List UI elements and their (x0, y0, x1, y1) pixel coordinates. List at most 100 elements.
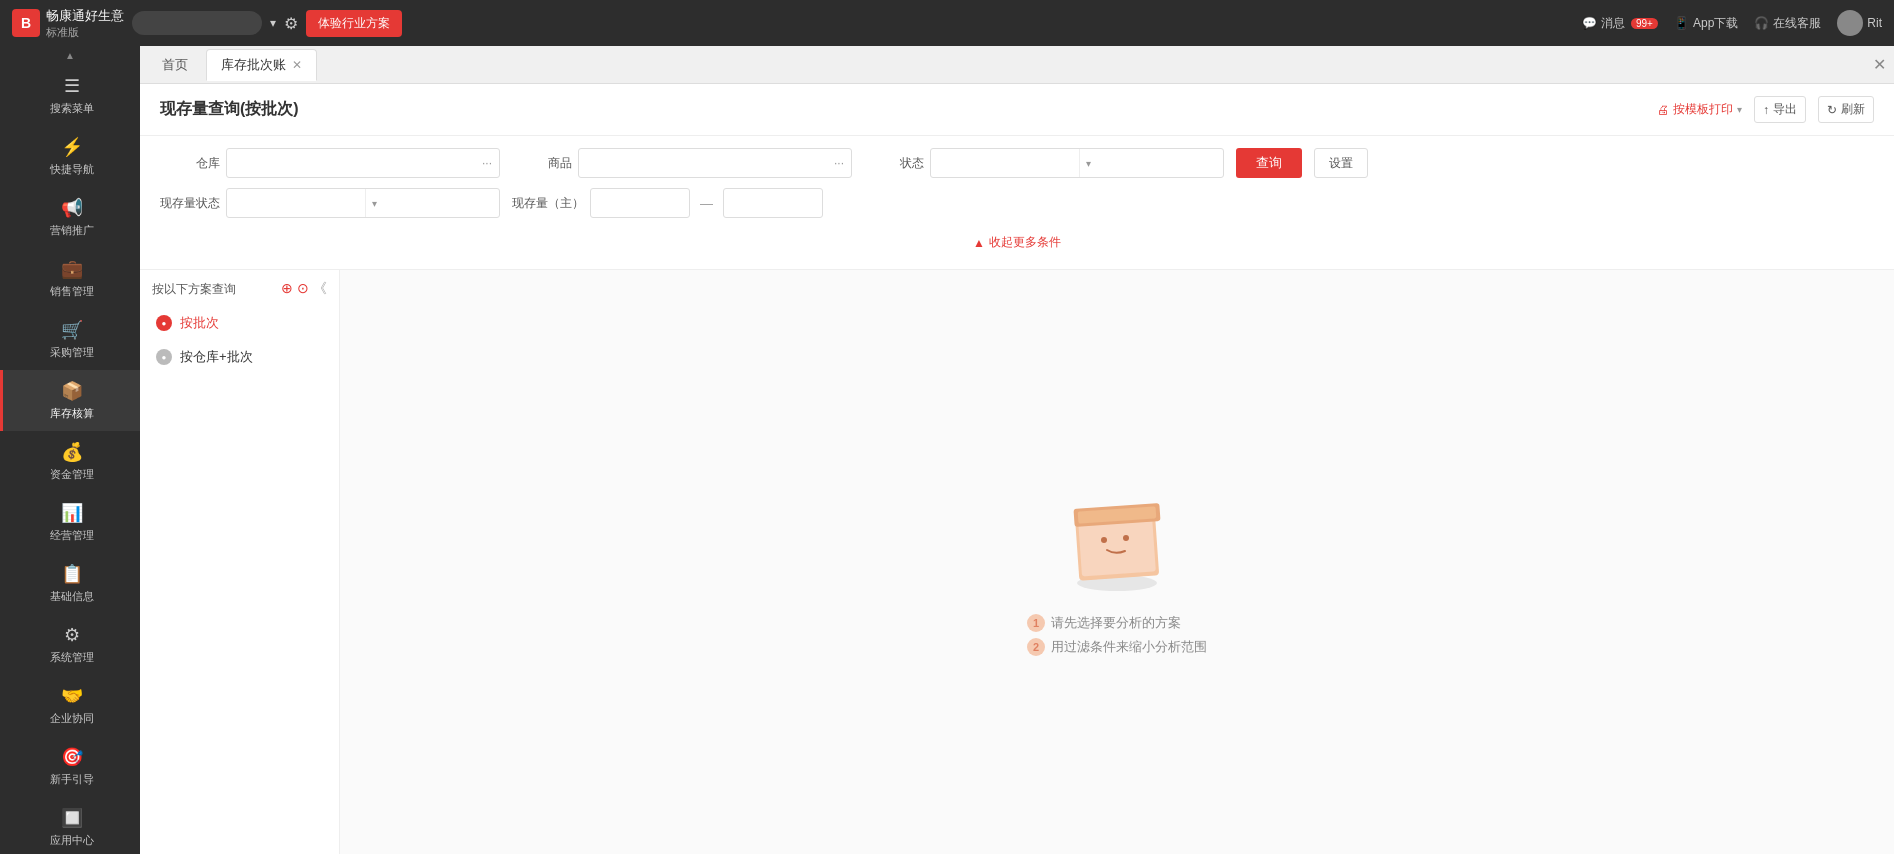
sidebar-item-enterprise[interactable]: 🤝 企业协同 (0, 675, 140, 736)
basic-icon: 📋 (61, 563, 83, 585)
stock-qty-min-input[interactable] (590, 188, 690, 218)
product-input[interactable] (578, 148, 852, 178)
content-area: 首页 库存批次账 ✕ ✕ 现存量查询(按批次) 🖨 按模板打印 ▾ ↑ 导出 (140, 46, 1894, 854)
settings-config-btn[interactable]: 设置 (1314, 148, 1368, 178)
sidebar-label-purchase: 采购管理 (50, 345, 94, 360)
purchase-icon: 🛒 (61, 319, 83, 341)
app-download-btn[interactable]: 📱 App下载 (1674, 15, 1738, 32)
trial-btn[interactable]: 体验行业方案 (306, 10, 402, 37)
scheme-panel-title: 按以下方案查询 (152, 281, 236, 298)
print-icon: 🖨 (1657, 103, 1669, 117)
scheme-add-icon[interactable]: ⊕ (281, 280, 293, 298)
scheme-panel-collapse-icon[interactable]: 《 (313, 280, 327, 298)
product-label: 商品 (512, 155, 572, 172)
search-dropdown-btn[interactable]: ▾ (270, 16, 276, 30)
headset-icon: 🎧 (1754, 16, 1769, 30)
app-download-icon: 📱 (1674, 16, 1689, 30)
content-split: 按以下方案查询 ⊕ ⊙ 《 ● 按批次 ● 按仓库+批次 (140, 270, 1894, 854)
scheme-panel-actions: ⊕ ⊙ 《 (281, 280, 327, 298)
sidebar-item-newbie[interactable]: 🎯 新手引导 (0, 736, 140, 797)
filter-row-2: 现存量状态 ▾ 现存量（主） — (160, 188, 1874, 218)
empty-hint-2: 2 用过滤条件来缩小分析范围 (1027, 638, 1207, 656)
sidebar-item-system[interactable]: ⚙ 系统管理 (0, 614, 140, 675)
warehouse-more-icon[interactable]: ··· (482, 156, 492, 170)
settings-icon-btn[interactable]: ⚙ (284, 14, 298, 33)
online-service-btn[interactable]: 🎧 在线客服 (1754, 15, 1821, 32)
sidebar-label-search-menu: 搜索菜单 (50, 101, 94, 116)
empty-hint-1: 1 请先选择要分析的方案 (1027, 614, 1207, 632)
warehouse-input[interactable] (226, 148, 500, 178)
dash-separator: — (696, 196, 717, 211)
product-field: 商品 ··· (512, 148, 852, 178)
system-icon: ⚙ (64, 624, 80, 646)
logo-area: B 畅康通好生意 标准版 (12, 7, 124, 40)
scheme-settings-icon[interactable]: ⊙ (297, 280, 309, 298)
sidebar-item-finance[interactable]: 💰 资金管理 (0, 431, 140, 492)
filter-results-area: 仓库 ··· 商品 ··· (140, 136, 1894, 854)
sidebar-item-operations[interactable]: 📊 经营管理 (0, 492, 140, 553)
sidebar-item-inventory[interactable]: 📦 库存核算 (0, 370, 140, 431)
logo-icon: B (12, 9, 40, 37)
stock-qty-field: 现存量（主） — (512, 188, 852, 218)
product-more-icon[interactable]: ··· (834, 156, 844, 170)
sidebar-item-purchase[interactable]: 🛒 采购管理 (0, 309, 140, 370)
page-close-btn[interactable]: ✕ (1873, 55, 1886, 74)
collapse-more-btn[interactable]: ▲ 收起更多条件 (160, 228, 1874, 257)
sidebar-label-basic: 基础信息 (50, 589, 94, 604)
print-btn[interactable]: 🖨 按模板打印 ▾ (1657, 101, 1742, 118)
app-center-icon: 🔲 (61, 807, 83, 829)
sidebar-scroll-up[interactable]: ▲ (0, 46, 140, 65)
status-select-arrow-icon[interactable]: ▾ (1079, 149, 1224, 177)
page-actions: 🖨 按模板打印 ▾ ↑ 导出 ↻ 刷新 (1657, 96, 1874, 123)
status-select[interactable]: ▾ (930, 148, 1224, 178)
messages-btn[interactable]: 💬 消息 99+ (1582, 15, 1658, 32)
message-icon: 💬 (1582, 16, 1597, 30)
sidebar-item-app-center[interactable]: 🔲 应用中心 (0, 797, 140, 854)
status-label: 状态 (864, 155, 924, 172)
print-chevron-icon: ▾ (1737, 104, 1742, 115)
empty-state: 1 请先选择要分析的方案 2 用过滤条件来缩小分析范围 (1027, 468, 1207, 656)
status-field: 状态 ▾ (864, 148, 1224, 178)
query-btn[interactable]: 查询 (1236, 148, 1302, 178)
warehouse-input-wrapper: ··· (226, 148, 500, 178)
messages-badge: 99+ (1631, 18, 1658, 29)
hint-num-1: 1 (1027, 614, 1045, 632)
sales-icon: 💼 (61, 258, 83, 280)
hint-text-2: 用过滤条件来缩小分析范围 (1051, 638, 1207, 656)
sidebar-item-marketing[interactable]: 📢 营销推广 (0, 187, 140, 248)
stock-status-select[interactable]: ▾ (226, 188, 500, 218)
sidebar-label-enterprise: 企业协同 (50, 711, 94, 726)
refresh-btn[interactable]: ↻ 刷新 (1818, 96, 1874, 123)
sidebar-item-sales[interactable]: 💼 销售管理 (0, 248, 140, 309)
sidebar-item-basic[interactable]: 📋 基础信息 (0, 553, 140, 614)
page-title: 现存量查询(按批次) (160, 99, 299, 120)
company-name: 畅康通好生意 (46, 7, 124, 25)
tab-inventory-batch-label: 库存批次账 (221, 56, 286, 74)
collapse-more-label: 收起更多条件 (989, 234, 1061, 251)
newbie-icon: 🎯 (61, 746, 83, 768)
stock-status-arrow-icon[interactable]: ▾ (365, 189, 500, 217)
tab-bar: 首页 库存批次账 ✕ ✕ (140, 46, 1894, 84)
tab-close-icon[interactable]: ✕ (292, 58, 302, 72)
search-input[interactable] (132, 11, 262, 35)
sidebar-item-quick-nav[interactable]: ⚡ 快捷导航 (0, 126, 140, 187)
sidebar-item-search-menu[interactable]: ☰ 搜索菜单 (0, 65, 140, 126)
tab-home-label: 首页 (162, 56, 188, 74)
result-area: 1 请先选择要分析的方案 2 用过滤条件来缩小分析范围 (340, 270, 1894, 854)
filter-row-1: 仓库 ··· 商品 ··· (160, 148, 1874, 178)
tab-home[interactable]: 首页 (148, 49, 202, 81)
empty-illustration (1052, 468, 1182, 598)
refresh-label: 刷新 (1841, 101, 1865, 118)
svg-point-5 (1101, 537, 1107, 543)
filter-panel: 仓库 ··· 商品 ··· (140, 136, 1894, 270)
tab-inventory-batch[interactable]: 库存批次账 ✕ (206, 49, 317, 81)
user-avatar-area[interactable]: Rit (1837, 10, 1882, 36)
scheme-item-by-warehouse-batch[interactable]: ● 按仓库+批次 (140, 340, 339, 374)
export-btn[interactable]: ↑ 导出 (1754, 96, 1806, 123)
refresh-icon: ↻ (1827, 103, 1837, 117)
online-service-label: 在线客服 (1773, 15, 1821, 32)
operations-icon: 📊 (61, 502, 83, 524)
stock-qty-max-input[interactable] (723, 188, 823, 218)
scheme-item-by-batch[interactable]: ● 按批次 (140, 306, 339, 340)
inventory-icon: 📦 (61, 380, 83, 402)
